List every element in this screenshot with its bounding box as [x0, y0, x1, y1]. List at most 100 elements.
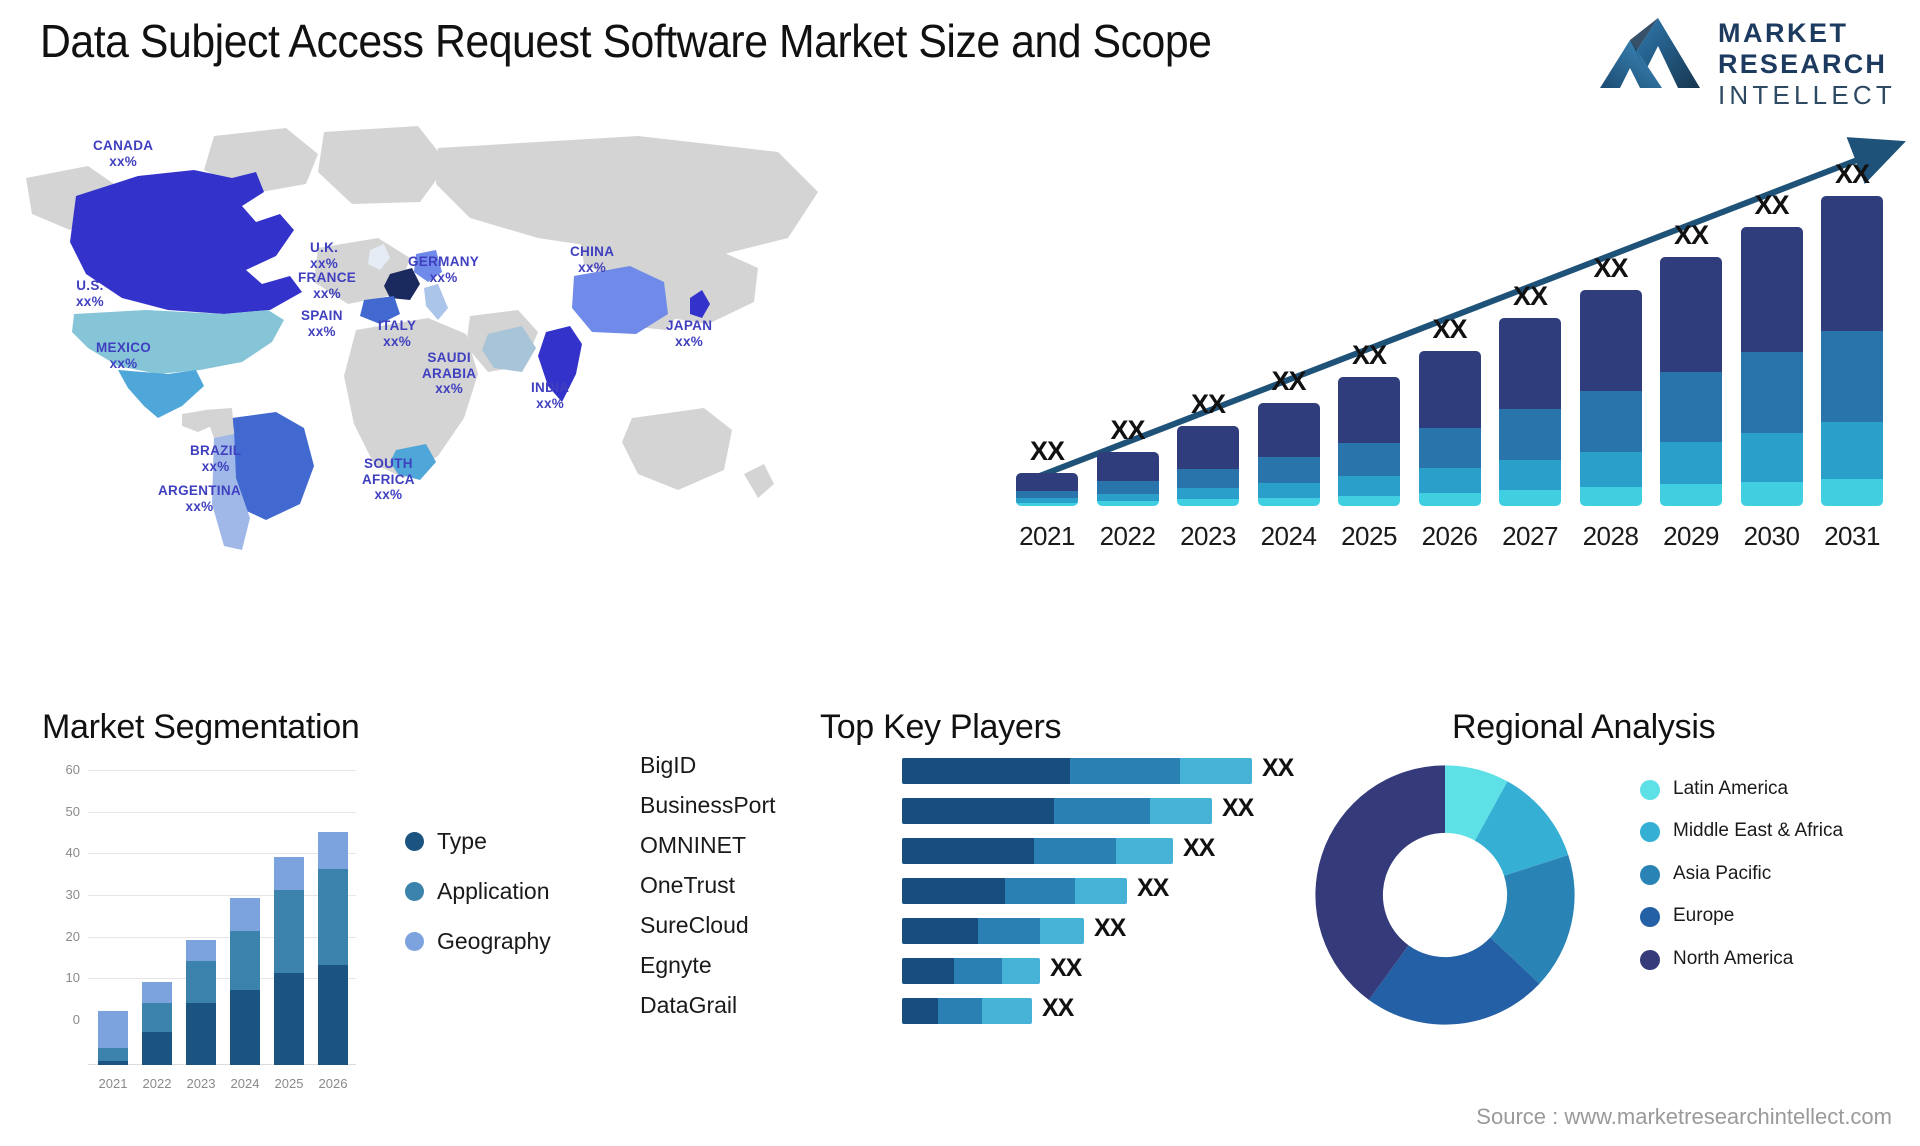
forecast-bar	[1418, 351, 1481, 506]
segmentation-legend-item[interactable]: Type	[405, 828, 595, 855]
regional-legend-item[interactable]: Middle East & Africa	[1640, 820, 1910, 843]
map-label-country: CANADA	[93, 138, 154, 153]
segmentation-bar-segment-geography	[274, 857, 304, 891]
map-label-value: xx%	[109, 153, 138, 169]
page-title: Data Subject Access Request Software Mar…	[40, 15, 1212, 67]
segmentation-bar-segment-application	[230, 931, 260, 990]
map-label-value: xx%	[374, 487, 403, 503]
key-player-bar-segment-1	[902, 998, 938, 1024]
map-label-value: xx%	[109, 355, 138, 371]
forecast-bar-value: XX	[1673, 220, 1709, 250]
forecast-year-label: 2024	[1260, 521, 1317, 551]
key-player-value: XX	[1183, 834, 1215, 862]
key-player-bar-segment-2	[954, 958, 1002, 984]
forecast-bar-value: XX	[1110, 415, 1145, 445]
forecast-bar-segment-3	[1096, 481, 1159, 494]
key-player-bar-segment-3	[982, 998, 1032, 1024]
forecast-bar	[1177, 426, 1239, 506]
forecast-bar	[1257, 403, 1320, 506]
segmentation-bar	[230, 898, 260, 1065]
regional-analysis-panel: Latin America Middle East & Africa Asia Pa…	[1300, 760, 1920, 1100]
market-segmentation-chart: 60 50 40 30 20 10 0 2021 2022 2023 2024 2025 2026	[36, 762, 366, 1105]
segmentation-y-tick: 60	[65, 762, 80, 777]
key-player-bar-segment-1	[902, 758, 1070, 784]
mountain-m-logo-icon	[1600, 18, 1700, 88]
regional-legend-item[interactable]: Asia Pacific	[1640, 863, 1910, 885]
segmentation-bar	[98, 1011, 128, 1065]
forecast-bar-segment-4	[1740, 227, 1803, 352]
logo-text: MARKET RESEARCH INTELLECT	[1718, 18, 1896, 109]
segmentation-x-label: 2026	[318, 1076, 348, 1091]
regional-legend-label: Middle East & Africa	[1673, 820, 1844, 842]
forecast-bar-segment-4	[1016, 473, 1078, 491]
forecast-bar-segment-2	[1499, 459, 1561, 491]
key-player-bar-segment-1	[902, 798, 1054, 824]
key-player-name: OneTrust	[640, 872, 736, 898]
forecast-bar-segment-4	[1660, 257, 1722, 372]
segmentation-bar-segment-application	[186, 960, 216, 1003]
forecast-bar-segment-3	[1579, 391, 1642, 452]
legend-dot-icon	[1640, 780, 1660, 800]
map-label-brazil: BRAZIL xx%	[190, 443, 241, 474]
key-player-bar	[902, 958, 1040, 984]
map-label-country: BRAZIL	[190, 443, 242, 458]
forecast-year-label: 2029	[1663, 521, 1719, 551]
map-label-country: GERMANY	[408, 254, 480, 269]
map-label-argentina: ARGENTINA xx%	[158, 483, 241, 514]
map-label-country: U.S.	[76, 278, 104, 293]
forecast-bar-segment-2	[1096, 493, 1159, 502]
map-label-value: xx%	[429, 269, 458, 285]
key-player-name: OMNINET	[640, 832, 747, 858]
segmentation-y-tick: 0	[72, 1012, 80, 1027]
segmentation-bar	[142, 982, 172, 1065]
key-player-bar	[902, 918, 1084, 944]
segmentation-legend: Type Application Geography	[405, 828, 595, 978]
forecast-bar-value: XX	[1834, 159, 1870, 189]
logo-line-1: MARKET	[1718, 18, 1849, 48]
map-country-italy	[424, 284, 448, 320]
segmentation-bar-segment-geography	[98, 1011, 128, 1049]
map-label-value: xx%	[435, 381, 464, 397]
forecast-bar	[1660, 257, 1722, 506]
forecast-year-label: 2025	[1341, 521, 1397, 551]
map-label-country: FRANCE	[298, 270, 357, 285]
key-player-bar-segment-2	[1070, 758, 1180, 784]
key-player-value: XX	[1050, 954, 1082, 982]
forecast-bar-segment-1	[1579, 487, 1642, 506]
legend-dot-icon	[1640, 907, 1660, 928]
segmentation-legend-item[interactable]: Application	[405, 878, 595, 905]
map-label-japan: JAPAN xx%	[666, 318, 712, 349]
forecast-bar	[1016, 473, 1078, 506]
segmentation-bar-segment-geography	[142, 982, 172, 1003]
map-label-mexico: MEXICO xx%	[96, 340, 151, 371]
key-player-value: XX	[1094, 914, 1126, 942]
segmentation-bar-segment-geography	[186, 940, 216, 961]
map-label-value: xx%	[310, 255, 339, 271]
forecast-bar-segment-2	[1338, 475, 1400, 496]
map-label-value: xx%	[313, 285, 341, 301]
regional-legend-item[interactable]: Europe	[1640, 905, 1910, 928]
segmentation-gridline	[88, 770, 356, 771]
map-label-country: SAUDI ARABIA	[422, 350, 477, 381]
segmentation-legend-item[interactable]: Geography	[405, 928, 595, 955]
segmentation-bar-segment-geography	[318, 832, 348, 870]
forecast-bar-value: XX	[1190, 389, 1226, 419]
map-country-canada	[70, 170, 302, 314]
map-label-country: MEXICO	[96, 340, 152, 355]
forecast-bar-segment-4	[1418, 351, 1481, 429]
segmentation-y-tick: 30	[65, 887, 80, 902]
forecast-bar-segment-4	[1257, 403, 1320, 458]
forecast-bar-segment-3	[1740, 351, 1803, 433]
forecast-year-label: 2021	[1019, 521, 1075, 551]
key-player-bar-segment-2	[978, 918, 1040, 944]
map-label-country: INDIA	[531, 380, 570, 395]
regional-legend-item[interactable]: North America	[1640, 948, 1910, 970]
map-label-value: xx%	[578, 259, 607, 275]
map-label-u-k: U.K. xx%	[310, 240, 338, 271]
key-player-bar	[902, 838, 1173, 864]
segmentation-bar-segment-geography	[230, 898, 260, 932]
regional-legend-item[interactable]: Latin America	[1640, 778, 1910, 800]
map-label-germany: GERMANY xx%	[408, 254, 479, 285]
regional-legend-label: Asia Pacific	[1673, 862, 1772, 884]
map-label-country: SPAIN	[301, 308, 343, 323]
